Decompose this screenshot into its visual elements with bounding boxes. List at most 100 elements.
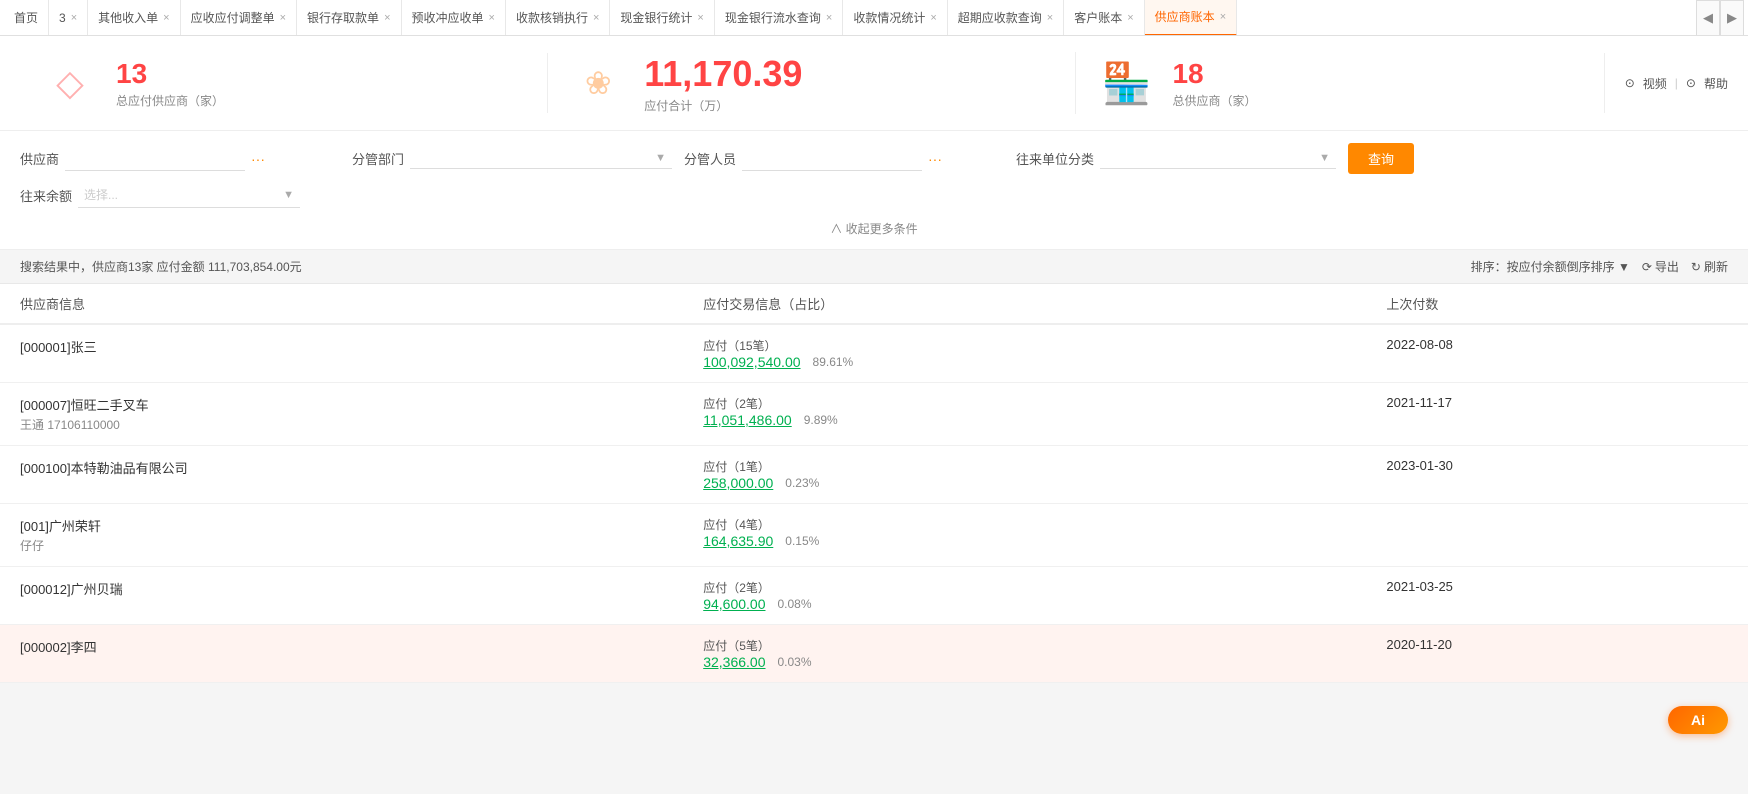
tab-close-advance-collect[interactable]: × [489,12,495,24]
table-row[interactable]: [000001]张三应付（15笔）100,092,540.0089.61%202… [0,325,1748,383]
person-input[interactable] [742,147,922,171]
result-bar: 搜索结果中，供应商13家 应付金额 111,703,854.00元 排序：按应付… [0,250,1748,284]
transaction-pct: 0.08% [778,597,812,611]
sort-button[interactable]: 排序：按应付余额倒序排序 ▼ [1471,258,1630,275]
summary-help-area: ⊙ 视频 | ⊙ 帮助 [1605,75,1728,92]
refresh-button[interactable]: ↻ 刷新 [1691,258,1728,275]
tab-close-collect-verify[interactable]: × [593,12,599,24]
table-row[interactable]: [001]广州荣轩仔仔应付（4笔）164,635.900.15% [0,504,1748,567]
transaction-amount[interactable]: 258,000.00 [703,475,773,491]
suppliers-payable-label: 总应付供应商（家） [116,92,224,109]
unit-class-select[interactable]: ▼ [1100,148,1336,169]
filter-row-2: 往来余额 选择... ▼ [20,182,1728,208]
video-link[interactable]: 视频 [1643,75,1667,92]
supplier-link[interactable]: [000002]李四 [20,640,97,655]
tab-close-bank-deposit[interactable]: × [384,12,390,24]
filter-unit-class: 往来单位分类 ▼ [1016,148,1336,169]
ai-label: Ai [1691,712,1705,728]
filter-person: 分管人员 ··· [684,147,1004,171]
tab-close-ap-adjust[interactable]: × [280,12,286,24]
supplier-link[interactable]: [001]广州荣轩 [20,519,101,534]
transaction-pct: 9.89% [804,413,838,427]
supplier-link[interactable]: [000007]恒旺二手叉车 [20,398,149,413]
transaction-amount[interactable]: 164,635.90 [703,533,773,549]
ai-float-button[interactable]: Ai [1668,706,1728,734]
summary-card-suppliers-payable: ◇ 13 总应付供应商（家） [20,53,548,113]
tab-item-bank-deposit[interactable]: 银行存取款单× [297,0,401,36]
supplier-sub: 王通 17106110000 [20,416,703,433]
tab-close-cash-bank-flow[interactable]: × [826,12,832,24]
tab-next-btn[interactable]: ▶ [1720,0,1744,36]
refresh-label: 刷新 [1704,258,1728,275]
tab-item-supplier-account[interactable]: 供应商账本× [1145,0,1237,36]
tab-close-supplier-account[interactable]: × [1220,11,1226,23]
ap-total-number: 11,170.39 [644,52,802,95]
tab-item-other-income[interactable]: 其他收入单× [88,0,180,36]
help-link[interactable]: 帮助 [1704,75,1728,92]
transaction-label: 应付（2笔） [703,579,1386,596]
unit-class-label: 往来单位分类 [1016,149,1094,168]
tab-close-customer-account[interactable]: × [1127,12,1133,24]
transaction-amount[interactable]: 100,092,540.00 [703,354,800,370]
export-button[interactable]: ⟳ 导出 [1642,258,1679,275]
transaction-label: 应付（5笔） [703,637,1386,654]
col-header-supplier: 供应商信息 [20,294,703,313]
transaction-amount[interactable]: 11,051,486.00 [703,412,792,428]
table-row[interactable]: [000002]李四应付（5笔）32,366.000.03%2020-11-20 [0,625,1748,683]
total-suppliers-label: 总供应商（家） [1172,92,1256,109]
refresh-icon: ↻ [1691,260,1701,274]
filter-dept: 分管部门 ▼ [352,148,672,169]
ap-total-icon: ❀ [568,53,628,113]
transaction-pct: 0.23% [785,476,819,490]
table-row[interactable]: [000012]广州贝瑞应付（2笔）94,600.000.08%2021-03-… [0,567,1748,625]
query-button[interactable]: 查询 [1348,143,1414,174]
tab-prev-btn[interactable]: ◀ [1696,0,1720,36]
transaction-pct: 0.15% [785,534,819,548]
export-label: 导出 [1655,258,1679,275]
collapse-bar[interactable]: ∧ 收起更多条件 [20,216,1728,241]
summary-card-total-suppliers: 🏪 18 总供应商（家） [1076,53,1604,113]
dept-select[interactable]: ▼ [410,148,672,169]
balance-select[interactable]: 选择... ▼ [78,182,300,208]
transaction-amount[interactable]: 32,366.00 [703,654,765,670]
tab-item-tab3[interactable]: 3× [49,0,88,36]
table-row[interactable]: [000007]恒旺二手叉车王通 17106110000应付（2笔）11,051… [0,383,1748,446]
tab-close-overdue-collect[interactable]: × [1047,12,1053,24]
table-body: [000001]张三应付（15笔）100,092,540.0089.61%202… [0,325,1748,683]
dept-arrow-icon: ▼ [655,152,666,164]
tab-item-collect-stat[interactable]: 收款情况统计× [843,0,947,36]
tab-item-home[interactable]: 首页 [4,0,49,36]
col-header-last-payment: 上次付数 [1386,294,1728,313]
tab-item-ap-adjust[interactable]: 应收应付调整单× [181,0,297,36]
sort-label: 排序：按应付余额倒序排序 [1471,260,1615,274]
ap-total-label: 应付合计（万） [644,97,802,114]
summary-card-ap-total: ❀ 11,170.39 应付合计（万） [548,52,1076,114]
supplier-link[interactable]: [000012]广州贝瑞 [20,582,123,597]
supplier-input[interactable] [65,147,245,171]
tab-close-other-income[interactable]: × [163,12,169,24]
collapse-label[interactable]: 收起更多条件 [846,222,918,236]
collapse-icon: ∧ [830,222,842,236]
tab-close-cash-bank-stat[interactable]: × [697,12,703,24]
transaction-amount[interactable]: 94,600.00 [703,596,765,612]
supplier-dots[interactable]: ··· [251,151,265,167]
person-dots[interactable]: ··· [928,151,942,167]
filter-row-1: 供应商 ··· 分管部门 ▼ 分管人员 ··· 往来单位分类 ▼ 查询 [20,143,1728,174]
tab-close-tab3[interactable]: × [71,12,77,24]
tab-item-advance-collect[interactable]: 预收冲应收单× [402,0,506,36]
tab-item-overdue-collect[interactable]: 超期应收款查询× [948,0,1064,36]
transaction-label: 应付（15笔） [703,337,1386,354]
filter-supplier: 供应商 ··· [20,147,340,171]
tab-item-cash-bank-flow[interactable]: 现金银行流水查询× [715,0,843,36]
table-row[interactable]: [000100]本特勒油品有限公司应付（1笔）258,000.000.23%20… [0,446,1748,504]
tab-item-cash-bank-stat[interactable]: 现金银行统计× [610,0,714,36]
supplier-link[interactable]: [000100]本特勒油品有限公司 [20,461,188,476]
supplier-payable-icon: ◇ [40,53,100,113]
data-table: 供应商信息 应付交易信息（占比） 上次付数 [000001]张三应付（15笔）1… [0,284,1748,683]
supplier-link[interactable]: [000001]张三 [20,340,97,355]
tab-item-customer-account[interactable]: 客户账本× [1064,0,1144,36]
tab-item-collect-verify[interactable]: 收款核销执行× [506,0,610,36]
summary-bar: ◇ 13 总应付供应商（家） ❀ 11,170.39 应付合计（万） 🏪 18 … [0,36,1748,131]
transaction-label: 应付（2笔） [703,395,1386,412]
tab-close-collect-stat[interactable]: × [930,12,936,24]
